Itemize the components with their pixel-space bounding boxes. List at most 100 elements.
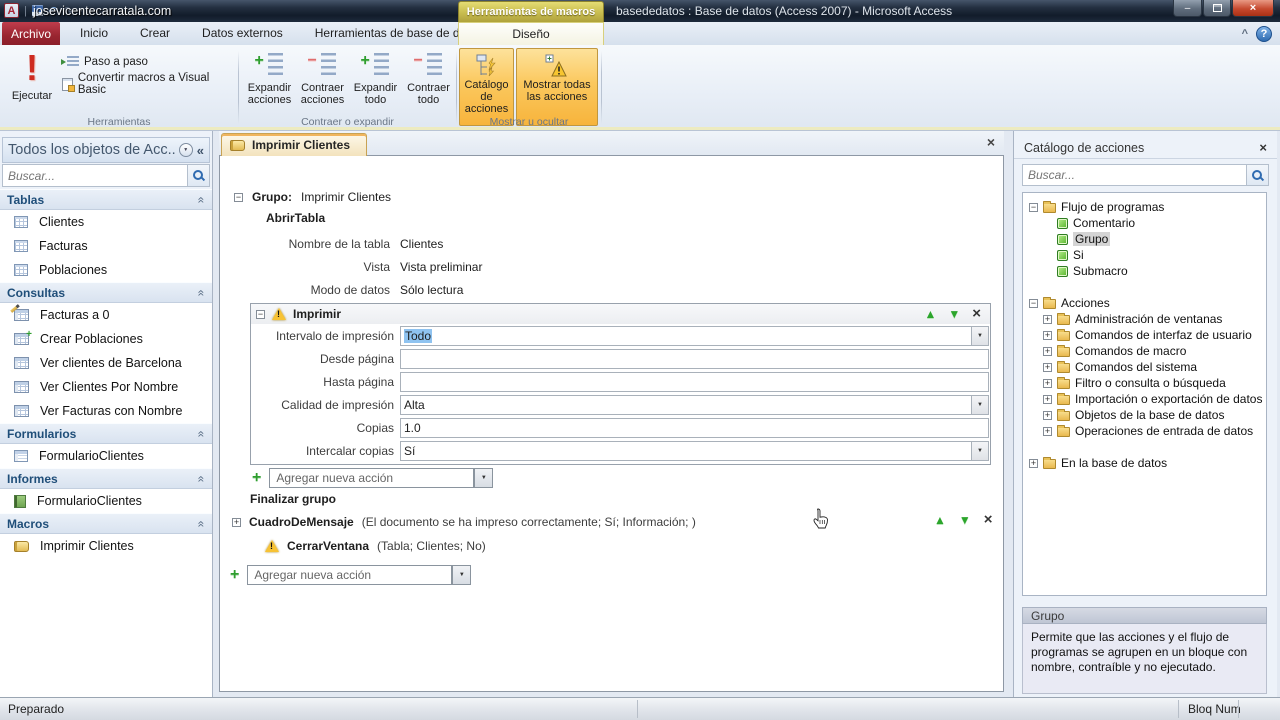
minimize-button[interactable]: –: [1173, 0, 1202, 17]
tree-item-comentario[interactable]: Comentario: [1027, 215, 1262, 231]
nav-search-input[interactable]: [2, 164, 188, 187]
tree-node-objetos-base-datos[interactable]: Objetos de la base de datos: [1027, 407, 1262, 423]
tab-datos-externos[interactable]: Datos externos: [186, 22, 299, 45]
section-collapse-icon[interactable]: «: [195, 430, 209, 437]
nav-section-formularios[interactable]: Formularios «: [0, 423, 212, 444]
tab-inicio[interactable]: Inicio: [64, 22, 124, 45]
intercalar-copias-combo[interactable]: Sí ▼: [400, 441, 989, 461]
collapse-ribbon-icon[interactable]: ^: [1242, 28, 1248, 40]
contraer-todo-button[interactable]: − Contraer todo: [403, 48, 454, 126]
catalogo-acciones-toggle-active[interactable]: Catálogo de acciones: [459, 48, 514, 126]
collapse-action-icon[interactable]: [256, 309, 265, 319]
expand-node-icon[interactable]: [1043, 378, 1052, 388]
access-app-icon[interactable]: A: [4, 3, 19, 18]
add-new-action-combo[interactable]: Agregar nueva acción ▼: [247, 565, 472, 585]
ejecutar-button[interactable]: ! Ejecutar: [6, 48, 58, 112]
tree-node-acciones[interactable]: Acciones: [1027, 295, 1262, 311]
tree-node-en-base-datos[interactable]: En la base de datos: [1027, 455, 1262, 471]
hasta-pagina-input[interactable]: [400, 372, 989, 392]
help-icon[interactable]: ?: [1256, 26, 1272, 42]
dropdown-icon[interactable]: ▼: [971, 327, 988, 345]
add-action-plus-icon[interactable]: +: [230, 567, 239, 583]
desde-pagina-input[interactable]: [400, 349, 989, 369]
catalog-search-button[interactable]: [1247, 164, 1269, 186]
section-collapse-icon[interactable]: «: [195, 289, 209, 296]
tree-node-operaciones-entrada[interactable]: Operaciones de entrada de datos: [1027, 423, 1262, 439]
expand-node-icon[interactable]: [1043, 410, 1052, 420]
tab-diseno-active[interactable]: Diseño: [458, 22, 604, 45]
restore-button[interactable]: [1203, 0, 1231, 17]
delete-action-icon[interactable]: ×: [972, 306, 981, 321]
dropdown-icon[interactable]: ▼: [971, 442, 988, 460]
nav-item-poblaciones[interactable]: Poblaciones: [0, 258, 212, 282]
expand-node-icon[interactable]: [1043, 426, 1052, 436]
expand-node-icon[interactable]: [1043, 314, 1052, 324]
tree-item-si[interactable]: Si: [1027, 247, 1262, 263]
tree-node-flujo[interactable]: Flujo de programas: [1027, 199, 1262, 215]
dropdown-icon[interactable]: ▼: [971, 396, 988, 414]
tab-archivo[interactable]: Archivo: [2, 22, 60, 45]
expandir-acciones-button[interactable]: + Expandir acciones: [244, 48, 295, 126]
dropdown-icon[interactable]: ▼: [474, 468, 494, 488]
cerrarventana-action-row[interactable]: CerrarVentana (Tabla; Clientes; No): [265, 539, 486, 553]
copias-input[interactable]: 1.0: [400, 418, 989, 438]
dropdown-icon[interactable]: ▼: [452, 565, 472, 585]
tree-node-importacion-exportacion[interactable]: Importación o exportación de datos: [1027, 391, 1262, 407]
imprimir-action-block-selected[interactable]: Imprimir ▲ ▼ × Intervalo de impresión To…: [250, 303, 991, 465]
move-up-icon[interactable]: ▲: [924, 308, 936, 320]
nav-item-crear-poblaciones[interactable]: + Crear Poblaciones: [0, 327, 212, 351]
nav-section-informes[interactable]: Informes «: [0, 468, 212, 489]
nav-section-tablas[interactable]: Tablas «: [0, 189, 212, 210]
tree-node-comandos-sistema[interactable]: Comandos del sistema: [1027, 359, 1262, 375]
intervalo-impresion-combo[interactable]: Todo ▼: [400, 326, 989, 346]
nav-item-ver-facturas-con-nombre[interactable]: Ver Facturas con Nombre: [0, 399, 212, 423]
document-close-icon[interactable]: ×: [987, 134, 995, 150]
catalog-close-icon[interactable]: ×: [1259, 140, 1267, 155]
tree-node-filtro-consulta[interactable]: Filtro o consulta o búsqueda: [1027, 375, 1262, 391]
add-action-plus-icon[interactable]: +: [252, 470, 261, 486]
nav-item-ver-clientes-por-nombre[interactable]: Ver Clientes Por Nombre: [0, 375, 212, 399]
add-new-action-combo[interactable]: Agregar nueva acción ▼: [269, 468, 494, 488]
shutter-bar-close-icon[interactable]: «: [197, 143, 204, 158]
tree-item-grupo-selected[interactable]: Grupo: [1027, 231, 1262, 247]
nav-section-macros[interactable]: Macros «: [0, 513, 212, 534]
nav-item-facturas-a-0[interactable]: Facturas a 0: [0, 303, 212, 327]
nav-item-facturas[interactable]: Facturas: [0, 234, 212, 258]
move-down-icon[interactable]: ▼: [948, 308, 960, 320]
calidad-impresion-combo[interactable]: Alta ▼: [400, 395, 989, 415]
move-down-icon[interactable]: ▼: [959, 514, 971, 526]
document-tab-imprimir-clientes[interactable]: Imprimir Clientes: [221, 133, 368, 156]
contraer-acciones-button[interactable]: − Contraer acciones: [297, 48, 348, 126]
nav-section-consultas[interactable]: Consultas «: [0, 282, 212, 303]
collapse-node-icon[interactable]: [1029, 298, 1038, 308]
convertir-macros-button[interactable]: Convertir macros a Visual Basic: [62, 72, 238, 96]
nav-item-ver-clientes-barcelona[interactable]: Ver clientes de Barcelona: [0, 351, 212, 375]
catalog-search-input[interactable]: [1022, 164, 1247, 186]
mostrar-todas-toggle-active[interactable]: Mostrar todas las acciones: [516, 48, 598, 126]
nav-item-clientes[interactable]: Clientes: [0, 210, 212, 234]
group-header-row[interactable]: Grupo: Imprimir Clientes: [234, 190, 391, 204]
nav-menu-dropdown-icon[interactable]: ▼: [178, 143, 193, 157]
expandir-todo-button[interactable]: + Expandir todo: [350, 48, 401, 126]
section-collapse-icon[interactable]: «: [195, 520, 209, 527]
nav-search-button[interactable]: [188, 164, 210, 187]
expand-node-icon[interactable]: [1043, 394, 1052, 404]
tree-item-submacro[interactable]: Submacro: [1027, 263, 1262, 279]
nav-item-informe-formulario-clientes[interactable]: FormularioClientes: [0, 489, 212, 513]
nav-item-formulario-clientes[interactable]: FormularioClientes: [0, 444, 212, 468]
paso-a-paso-button[interactable]: Paso a paso: [61, 53, 148, 71]
tree-node-comandos-interfaz[interactable]: Comandos de interfaz de usuario: [1027, 327, 1262, 343]
navigation-pane-header[interactable]: Todos los objetos de Acc... ▼ «: [2, 137, 210, 163]
abrirtabla-action-title[interactable]: AbrirTabla: [266, 211, 325, 225]
expand-action-icon[interactable]: [232, 517, 241, 527]
tree-node-administracion-ventanas[interactable]: Administración de ventanas: [1027, 311, 1262, 327]
collapse-group-icon[interactable]: [234, 192, 243, 202]
nav-item-imprimir-clientes-macro[interactable]: Imprimir Clientes: [0, 534, 212, 558]
tree-node-comandos-macro[interactable]: Comandos de macro: [1027, 343, 1262, 359]
expand-node-icon[interactable]: [1043, 346, 1052, 356]
cuadrodemensaje-action-row[interactable]: CuadroDeMensaje (El documento se ha impr…: [232, 515, 696, 529]
close-button[interactable]: ×: [1232, 0, 1274, 17]
expand-node-icon[interactable]: [1043, 362, 1052, 372]
delete-action-icon[interactable]: ×: [984, 512, 993, 527]
expand-node-icon[interactable]: [1029, 458, 1038, 468]
